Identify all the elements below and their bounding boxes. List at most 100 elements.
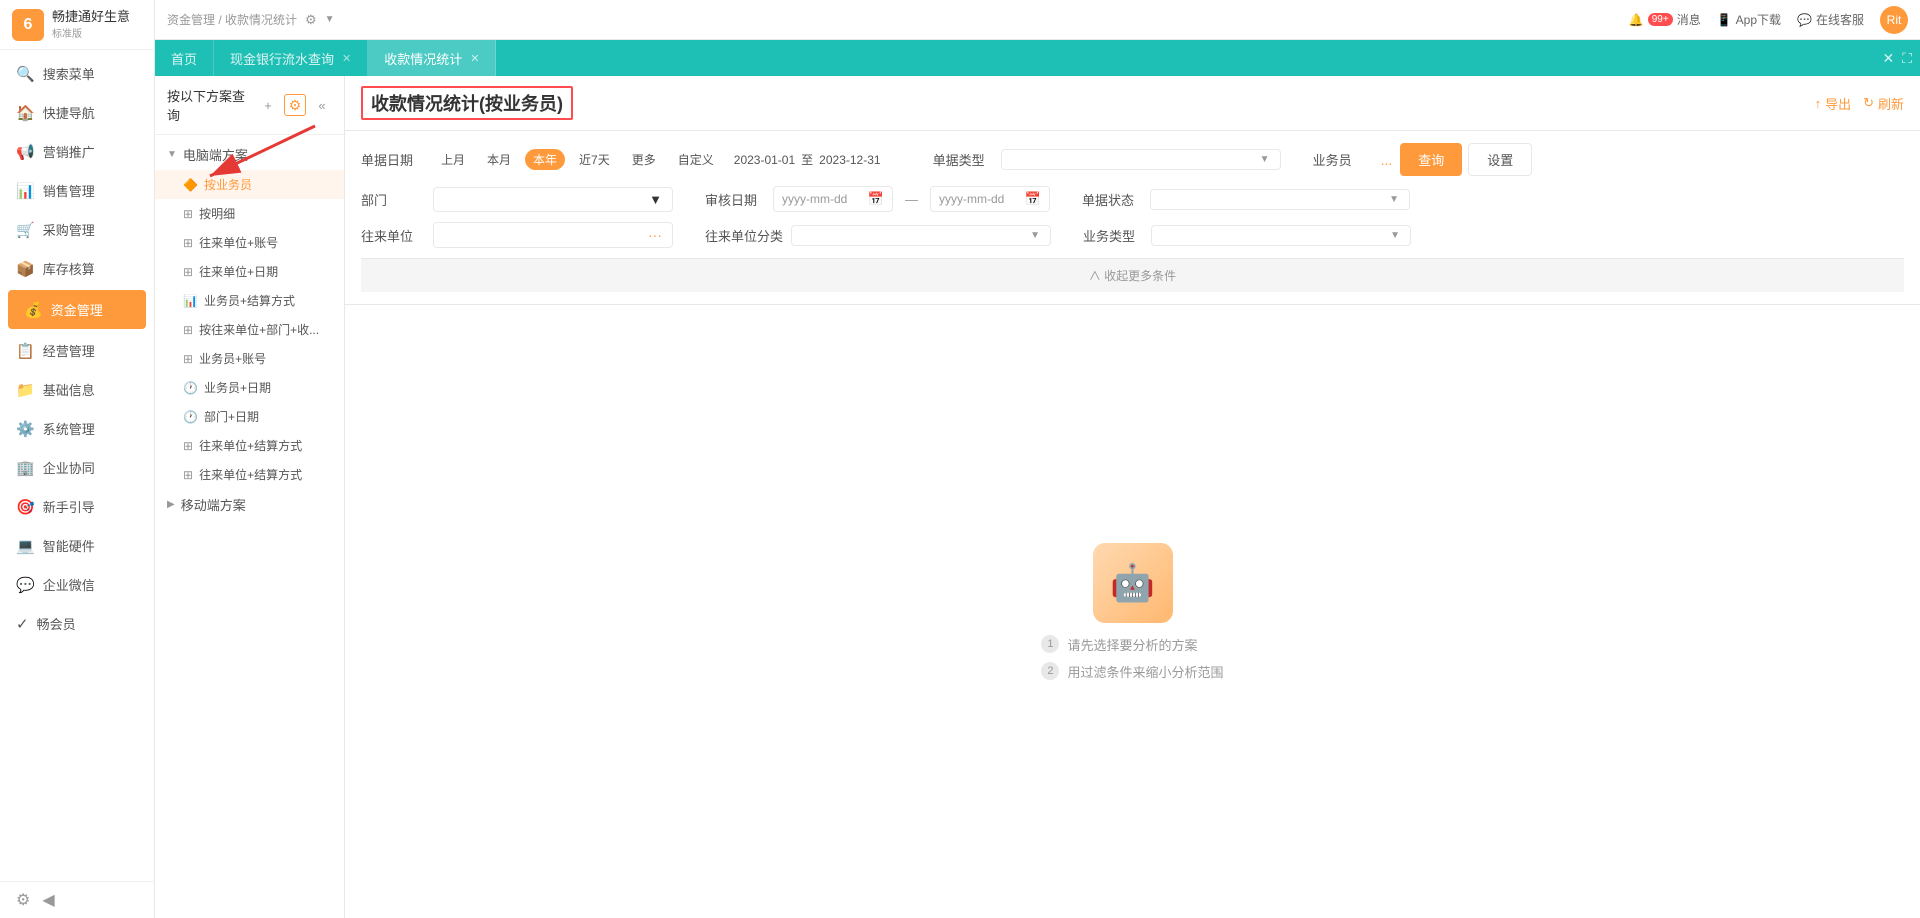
scheme-item-by-salesperson[interactable]: 🔶按业务员 (155, 170, 344, 199)
tab-receivable-close[interactable]: ✕ (470, 52, 479, 65)
scheme-add-btn[interactable]: + (258, 95, 278, 115)
scheme-item-unit-settle1[interactable]: ⊞往来单位+结算方式 (155, 431, 344, 460)
sidebar-item-system[interactable]: ⚙️系统管理 (0, 409, 154, 448)
scheme-group-title-电脑端方案[interactable]: ▼电脑端方案 (155, 139, 344, 170)
doc-status-select[interactable]: ▼ (1150, 189, 1410, 210)
partner-cat-chevron-icon: ▼ (1030, 230, 1040, 241)
app-download-btn[interactable]: 📱 App下载 (1717, 11, 1781, 28)
sidebar-item-marketing[interactable]: 📢营销推广 (0, 132, 154, 171)
scheme-item-salesperson-date[interactable]: 🕐业务员+日期 (155, 373, 344, 402)
scheme-list: ▼电脑端方案🔶按业务员⊞按明细⊞往来单位+账号⊞往来单位+日期📊业务员+结算方式… (155, 135, 344, 918)
dropdown-icon[interactable]: ▼ (325, 14, 335, 25)
collapse-icon[interactable]: ◀ (42, 890, 54, 910)
partner-category-select[interactable]: ▼ (791, 225, 1051, 246)
date-shortcut-cur-month[interactable]: 本月 (479, 149, 519, 170)
tab-home[interactable]: 首页 (155, 40, 214, 76)
doc-type-label: 单据类型 (933, 150, 993, 169)
sidebar-item-finance[interactable]: 💰资金管理 (8, 290, 146, 329)
sidebar-item-wechat[interactable]: 💬企业微信 (0, 565, 154, 604)
sidebar-icon-quick-nav: 🏠 (16, 104, 35, 122)
dept-select[interactable]: ▼ (433, 187, 673, 212)
sidebar-item-basic[interactable]: 📁基础信息 (0, 370, 154, 409)
sidebar-label-sales: 销售管理 (43, 181, 95, 200)
sidebar-label-guide: 新手引导 (43, 497, 95, 516)
sidebar-label-hardware: 智能硬件 (43, 536, 95, 555)
scheme-group-移动端方案: ▶移动端方案 (155, 489, 344, 520)
review-date-to-input[interactable]: yyyy-mm-dd 📅 (930, 186, 1050, 212)
export-label: 导出 (1825, 94, 1851, 113)
tab-home-label: 首页 (171, 49, 197, 68)
date-shortcut-last7days[interactable]: 近7天 (571, 149, 618, 170)
scheme-item-icon-by-salesperson: 🔶 (183, 178, 198, 192)
date-shortcut-cur-year[interactable]: 本年 (525, 149, 565, 170)
user-avatar[interactable]: Rit (1880, 6, 1908, 34)
tab-bank[interactable]: 现金银行流水查询 ✕ (214, 40, 368, 76)
date-shortcut-prev-month[interactable]: 上月 (433, 149, 473, 170)
collapse-bar[interactable]: ∧ 收起更多条件 (361, 258, 1904, 292)
sidebar-item-search[interactable]: 🔍搜索菜单 (0, 54, 154, 93)
empty-tip-1: 1 请先选择要分析的方案 (1041, 635, 1223, 654)
query-btn[interactable]: 查询 (1400, 143, 1462, 176)
sidebar-item-member[interactable]: ✓畅会员 (0, 604, 154, 643)
export-btn[interactable]: ↑ 导出 (1815, 94, 1852, 113)
sidebar-item-guide[interactable]: 🎯新手引导 (0, 487, 154, 526)
tab-close-all[interactable]: ✕ (1882, 50, 1894, 67)
main-content: 按以下方案查询 + ⚙ « ▼电脑端方案🔶按业务员⊞按明细⊞往来单位+账号⊞往来… (155, 76, 1920, 918)
scheme-item-salesperson-account[interactable]: ⊞业务员+账号 (155, 344, 344, 373)
tab-maximize[interactable]: ⛶ (1902, 50, 1912, 67)
scheme-item-unit-account[interactable]: ⊞往来单位+账号 (155, 228, 344, 257)
sidebar-item-business[interactable]: 📋经营管理 (0, 331, 154, 370)
calendar-icon-2: 📅 (1025, 191, 1041, 207)
partner-input[interactable]: ··· (433, 222, 673, 248)
scheme-item-unit-settle2[interactable]: ⊞往来单位+结算方式 (155, 460, 344, 489)
doc-type-select[interactable]: ▼ (1001, 149, 1281, 170)
scheme-group-电脑端方案: ▼电脑端方案🔶按业务员⊞按明细⊞往来单位+账号⊞往来单位+日期📊业务员+结算方式… (155, 139, 344, 489)
sidebar-icon-member: ✓ (16, 615, 29, 633)
notifications-btn[interactable]: 🔔 99+ 消息 (1629, 11, 1701, 28)
scheme-item-unit-dept-collect[interactable]: ⊞按往来单位+部门+收... (155, 315, 344, 344)
tab-bank-close[interactable]: ✕ (342, 52, 351, 65)
partner-more-icon[interactable]: ··· (648, 227, 662, 243)
sidebar-item-quick-nav[interactable]: 🏠快捷导航 (0, 93, 154, 132)
review-date-from-input[interactable]: yyyy-mm-dd 📅 (773, 186, 893, 212)
empty-tips: 1 请先选择要分析的方案 2 用过滤条件来缩小分析范围 (1041, 635, 1223, 681)
export-icon: ↑ (1815, 96, 1822, 111)
filter-row-2: 部门 ▼ 审核日期 yyyy-mm-dd 📅 — yyyy-mm-dd 📅 (361, 186, 1904, 212)
refresh-btn[interactable]: ↻ 刷新 (1863, 94, 1904, 113)
date-label: 单据日期 (361, 150, 421, 169)
app-name: 畅捷通好生意 (52, 9, 130, 25)
scheme-group-title-移动端方案[interactable]: ▶移动端方案 (155, 489, 344, 520)
settings-icon[interactable]: ⚙ (16, 890, 30, 910)
filter-area: 单据日期 上月本月本年近7天更多自定义 2023-01-01 至 2023-12… (345, 131, 1920, 305)
scheme-item-dept-date[interactable]: 🕐部门+日期 (155, 402, 344, 431)
scheme-settings-btn[interactable]: ⚙ (284, 94, 306, 116)
sidebar-item-hardware[interactable]: 💻智能硬件 (0, 526, 154, 565)
scheme-item-salesperson-settle[interactable]: 📊业务员+结算方式 (155, 286, 344, 315)
page-title-bar: 收款情况统计(按业务员) ↑ 导出 ↻ 刷新 (345, 76, 1920, 131)
sidebar-item-sales[interactable]: 📊销售管理 (0, 171, 154, 210)
sidebar-item-company[interactable]: 🏢企业协同 (0, 448, 154, 487)
scheme-item-unit-date[interactable]: ⊞往来单位+日期 (155, 257, 344, 286)
date-shortcut-custom[interactable]: 自定义 (670, 149, 722, 170)
scheme-item-icon-unit-dept-collect: ⊞ (183, 323, 193, 337)
date-shortcut-more[interactable]: 更多 (624, 149, 664, 170)
salesperson-more-btn[interactable]: ... (1381, 152, 1393, 168)
scheme-item-icon-by-detail: ⊞ (183, 207, 193, 221)
content-area: 收款情况统计(按业务员) ↑ 导出 ↻ 刷新 单据日期 上月本月本年近7天更多自… (345, 76, 1920, 918)
sidebar-label-search: 搜索菜单 (43, 64, 95, 83)
sidebar-item-purchase[interactable]: 🛒采购管理 (0, 210, 154, 249)
collapse-label: ∧ 收起更多条件 (1089, 269, 1176, 283)
business-type-select[interactable]: ▼ (1151, 225, 1411, 246)
business-type-label: 业务类型 (1083, 226, 1143, 245)
online-service-btn[interactable]: 💬 在线客服 (1797, 11, 1864, 28)
biz-type-chevron-icon: ▼ (1390, 230, 1400, 241)
sidebar-label-purchase: 采购管理 (43, 220, 95, 239)
settings-gear-icon[interactable]: ⚙ (305, 12, 317, 28)
bell-icon: 🔔 (1629, 13, 1644, 27)
scheme-collapse-btn[interactable]: « (312, 95, 332, 115)
tab-receivable[interactable]: 收款情况统计 ✕ (368, 40, 496, 76)
empty-state: 🤖 1 请先选择要分析的方案 2 用过滤条件来缩小分析范围 (345, 305, 1920, 918)
scheme-item-by-detail[interactable]: ⊞按明细 (155, 199, 344, 228)
sidebar-item-inventory[interactable]: 📦库存核算 (0, 249, 154, 288)
settings-filter-btn[interactable]: 设置 (1468, 143, 1532, 176)
